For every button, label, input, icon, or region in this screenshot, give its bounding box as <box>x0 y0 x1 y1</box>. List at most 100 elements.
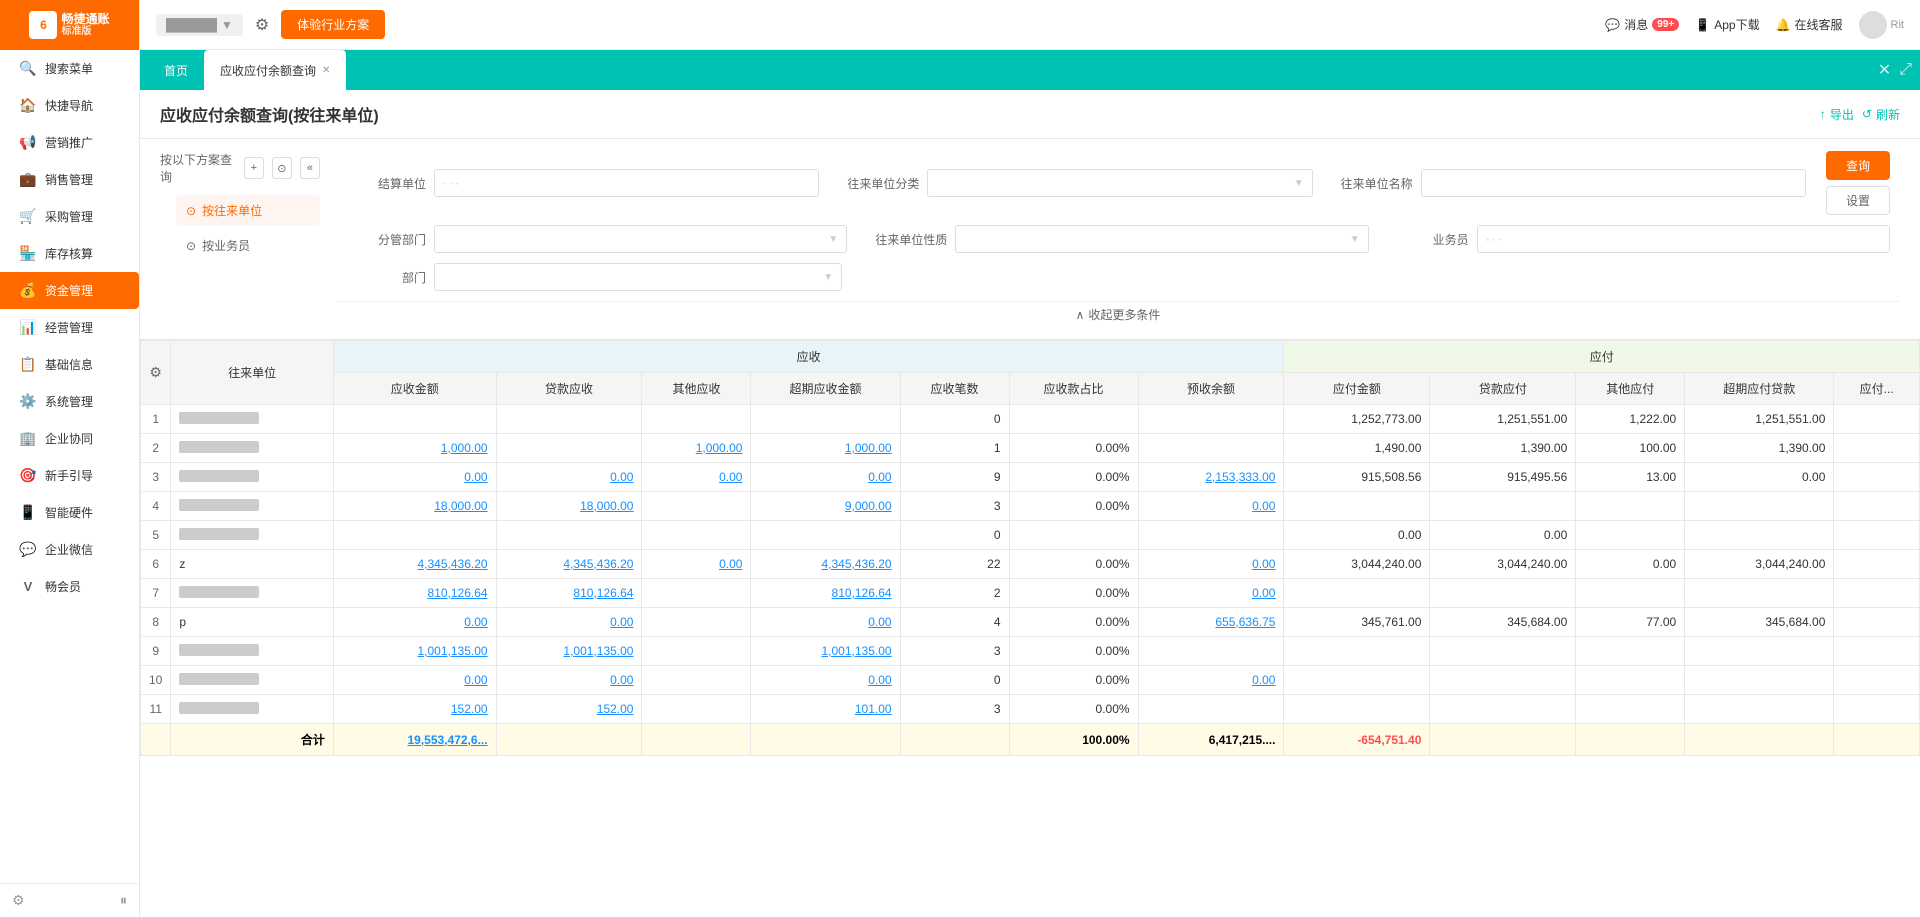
sidebar-item-guide[interactable]: 🎯 新手引导 <box>0 457 139 494</box>
category-input[interactable]: ▼ <box>927 169 1312 197</box>
footer-ar-amount[interactable]: 19,553,472,6... <box>333 724 496 756</box>
table-cell[interactable]: 0.00 <box>751 608 900 637</box>
sidebar-item-wechat[interactable]: 💬 企业微信 <box>0 531 139 568</box>
table-cell[interactable]: 0.00 <box>333 666 496 695</box>
table-cell[interactable]: 1,000.00 <box>333 434 496 463</box>
table-cell[interactable]: 101.00 <box>751 695 900 724</box>
table-cell[interactable]: 0.00 <box>496 666 642 695</box>
table-cell[interactable]: 810,126.64 <box>333 579 496 608</box>
table-cell[interactable]: 4,345,436.20 <box>333 550 496 579</box>
edit-scheme-button[interactable]: ⊙ <box>272 157 292 179</box>
table-row: 9████████1,001,135.001,001,135.001,001,1… <box>141 637 1920 666</box>
tab-window-actions: ✕ ⤢ <box>1878 60 1912 80</box>
scheme-by-company[interactable]: ⊙ 按往来单位 <box>176 195 320 226</box>
table-cell[interactable]: 152.00 <box>333 695 496 724</box>
company-name-input[interactable] <box>1421 169 1806 197</box>
nature-input[interactable]: ▼ <box>955 225 1368 253</box>
tab-ar-ap[interactable]: 应收应付余额查询 ✕ <box>204 50 346 90</box>
table-cell[interactable]: 0.00 <box>1138 666 1284 695</box>
table-cell[interactable]: 2,153,333.00 <box>1138 463 1284 492</box>
filter-scheme-label: 按以下方案查询 <box>160 151 236 185</box>
sidebar-item-quick-nav[interactable]: 🏠 快捷导航 <box>0 87 139 124</box>
table-cell[interactable]: 1,001,135.00 <box>496 637 642 666</box>
table-cell: 9 <box>900 463 1009 492</box>
table-cell[interactable]: 810,126.64 <box>496 579 642 608</box>
tab-home[interactable]: 首页 <box>148 50 204 90</box>
table-cell <box>1284 695 1430 724</box>
scheme-by-salesman[interactable]: ⊙ 按业务员 <box>176 230 320 261</box>
add-scheme-button[interactable]: + <box>244 157 264 179</box>
table-cell[interactable]: 0.00 <box>333 463 496 492</box>
table-cell: 3 <box>900 637 1009 666</box>
sidebar-item-inventory[interactable]: 🏪 库存核算 <box>0 235 139 272</box>
table-cell[interactable]: 152.00 <box>496 695 642 724</box>
tab-close-icon[interactable]: ✕ <box>322 65 330 76</box>
table-cell[interactable]: 0.00 <box>333 608 496 637</box>
sidebar-item-label: 企业微信 <box>45 541 93 558</box>
table-cell[interactable]: 0.00 <box>496 463 642 492</box>
table-cell[interactable]: 0.00 <box>496 608 642 637</box>
table-cell[interactable]: 0.00 <box>1138 492 1284 521</box>
service-icon: 🔔 <box>1776 18 1791 32</box>
table-cell[interactable]: 1,001,135.00 <box>751 637 900 666</box>
table-cell <box>642 695 751 724</box>
message-button[interactable]: 💬 消息 99+ <box>1605 16 1679 33</box>
table-cell[interactable]: 0.00 <box>642 463 751 492</box>
table-cell[interactable]: 4,345,436.20 <box>751 550 900 579</box>
refresh-button[interactable]: ↺ 刷新 <box>1862 106 1900 123</box>
table-cell[interactable]: 0.00 <box>751 666 900 695</box>
table-cell: 1,222.00 <box>1576 405 1685 434</box>
sidebar-item-operations[interactable]: 📊 经营管理 <box>0 309 139 346</box>
query-button[interactable]: 查询 <box>1826 151 1890 180</box>
sidebar-collapse-icon[interactable]: ⏸ <box>120 892 127 909</box>
table-cell[interactable]: 9,000.00 <box>751 492 900 521</box>
sidebar-item-hardware[interactable]: 📱 智能硬件 <box>0 494 139 531</box>
table-cell: 915,495.56 <box>1430 463 1576 492</box>
table-cell[interactable]: 18,000.00 <box>496 492 642 521</box>
table-cell <box>1834 434 1920 463</box>
subdept-input[interactable]: ▼ <box>434 263 842 291</box>
export-button[interactable]: ↑ 导出 <box>1820 106 1854 123</box>
company-selector[interactable]: ██████ ▼ <box>156 14 243 36</box>
sidebar-item-finance[interactable]: 💰 资金管理 <box>0 272 139 309</box>
table-cell[interactable]: 0.00 <box>642 550 751 579</box>
sidebar-item-purchase[interactable]: 🛒 采购管理 <box>0 198 139 235</box>
table-cell[interactable]: 0.00 <box>1138 579 1284 608</box>
table-cell[interactable]: 18,000.00 <box>333 492 496 521</box>
sidebar-item-enterprise[interactable]: 🏢 企业协同 <box>0 420 139 457</box>
sidebar-item-marketing[interactable]: 📢 营销推广 <box>0 124 139 161</box>
close-window-button[interactable]: ✕ <box>1878 60 1891 80</box>
collapse-more-button[interactable]: ∧ 收起更多条件 <box>336 301 1900 327</box>
settlement-input[interactable]: ··· <box>434 169 819 197</box>
basic-info-icon: 📋 <box>19 356 37 373</box>
sidebar-item-sales[interactable]: 💼 销售管理 <box>0 161 139 198</box>
table-cell[interactable]: 4,345,436.20 <box>496 550 642 579</box>
table-cell[interactable]: 655,636.75 <box>1138 608 1284 637</box>
sidebar-item-vip[interactable]: V 畅会员 <box>0 568 139 605</box>
user-profile[interactable]: Rit <box>1859 11 1904 39</box>
settings-gear-icon[interactable]: ⚙ <box>255 15 269 35</box>
table-cell <box>333 405 496 434</box>
online-service-button[interactable]: 🔔 在线客服 <box>1776 16 1843 33</box>
collapse-scheme-button[interactable]: « <box>300 157 320 179</box>
trial-button[interactable]: 体验行业方案 <box>281 10 385 39</box>
sidebar-item-system[interactable]: ⚙️ 系统管理 <box>0 383 139 420</box>
table-cell[interactable]: 810,126.64 <box>751 579 900 608</box>
sidebar-settings-icon[interactable]: ⚙ <box>12 892 25 909</box>
salesman-input[interactable]: ··· <box>1477 225 1890 253</box>
table-cell[interactable]: 0.00 <box>751 463 900 492</box>
setting-button[interactable]: 设置 <box>1826 186 1890 215</box>
company-cell: z <box>171 550 334 579</box>
table-cell[interactable]: 1,000.00 <box>751 434 900 463</box>
table-settings-icon[interactable]: ⚙ <box>149 364 162 380</box>
app-download-button[interactable]: 📱 App下载 <box>1695 16 1759 33</box>
sidebar-item-basic-info[interactable]: 📋 基础信息 <box>0 346 139 383</box>
table-cell[interactable]: 1,001,135.00 <box>333 637 496 666</box>
table-settings-th[interactable]: ⚙ <box>141 341 171 405</box>
table-cell[interactable]: 0.00 <box>1138 550 1284 579</box>
table-cell[interactable]: 1,000.00 <box>642 434 751 463</box>
maximize-window-button[interactable]: ⤢ <box>1899 60 1912 80</box>
sidebar-item-search[interactable]: 🔍 搜索菜单 <box>0 50 139 87</box>
dept-input[interactable]: ▼ <box>434 225 847 253</box>
table-cell: 3 <box>141 463 171 492</box>
